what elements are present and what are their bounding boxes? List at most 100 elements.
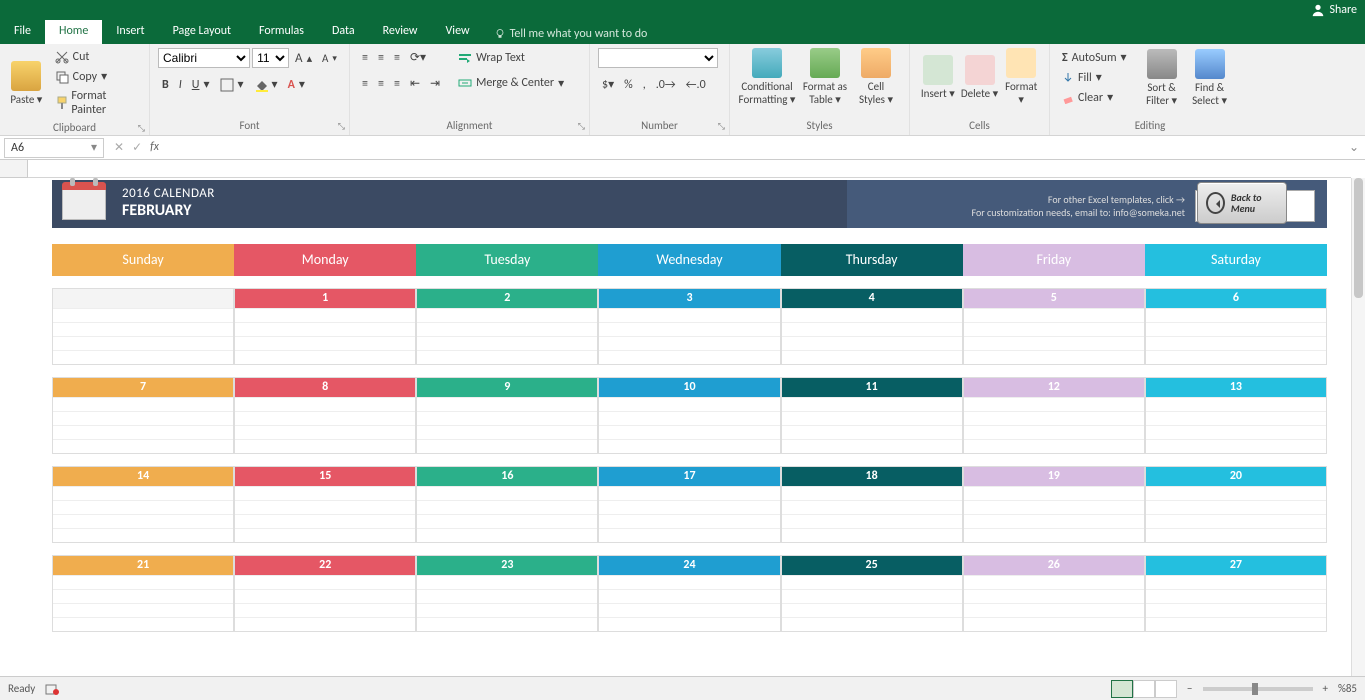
day-slot[interactable] [1146,411,1326,425]
day-slot[interactable] [53,514,233,528]
calendar-day[interactable]: 10 [598,377,780,454]
day-slot[interactable] [964,397,1144,411]
day-slot[interactable] [782,308,962,322]
day-slot[interactable] [1146,308,1326,322]
day-slot[interactable] [53,397,233,411]
day-slot[interactable] [782,528,962,542]
day-slot[interactable] [599,350,779,364]
sort-filter-button[interactable]: Sort & Filter ▾ [1139,49,1185,107]
wrap-text-button[interactable]: Wrap Text [454,49,568,67]
increase-decimal-button[interactable]: .0→ [652,76,680,94]
cell-styles-button[interactable]: Cell Styles ▾ [854,48,898,106]
day-slot[interactable] [235,528,415,542]
day-slot[interactable] [964,528,1144,542]
day-slot[interactable] [1146,514,1326,528]
calendar-day[interactable]: 23 [416,555,598,632]
copy-button[interactable]: Copy ▾ [51,67,141,86]
tab-view[interactable]: View [432,20,484,44]
calendar-day[interactable]: . [52,288,234,365]
calendar-day[interactable]: 22 [234,555,416,632]
day-slot[interactable] [782,336,962,350]
align-top-button[interactable]: ≡ [358,49,372,67]
fill-button[interactable]: Fill ▾ [1058,68,1131,87]
day-slot[interactable] [599,603,779,617]
percent-format-button[interactable]: % [620,76,637,94]
format-cells-button[interactable]: Format ▾ [1001,48,1041,106]
day-slot[interactable] [235,425,415,439]
autosum-button[interactable]: Σ AutoSum ▾ [1058,48,1131,67]
calendar-day[interactable]: 14 [52,466,234,543]
tab-home[interactable]: Home [45,20,102,44]
borders-button[interactable]: ▾ [216,75,248,94]
day-slot[interactable] [1146,617,1326,631]
day-slot[interactable] [599,322,779,336]
day-slot[interactable] [1146,397,1326,411]
day-slot[interactable] [964,411,1144,425]
day-slot[interactable] [235,397,415,411]
day-slot[interactable] [417,500,597,514]
day-slot[interactable] [782,439,962,453]
day-slot[interactable] [1146,425,1326,439]
day-slot[interactable] [599,336,779,350]
calendar-day[interactable]: 24 [598,555,780,632]
tab-page-layout[interactable]: Page Layout [159,20,245,44]
day-slot[interactable] [417,603,597,617]
zoom-out-button[interactable]: − [1187,682,1192,695]
day-slot[interactable] [1146,322,1326,336]
italic-button[interactable]: I [175,76,186,94]
day-slot[interactable] [53,528,233,542]
day-slot[interactable] [235,514,415,528]
calendar-day[interactable]: 9 [416,377,598,454]
day-slot[interactable] [235,603,415,617]
day-slot[interactable] [53,486,233,500]
day-slot[interactable] [599,411,779,425]
day-slot[interactable] [53,425,233,439]
day-slot[interactable] [53,575,233,589]
day-slot[interactable] [782,322,962,336]
day-slot[interactable] [599,575,779,589]
calendar-day[interactable]: 2 [416,288,598,365]
find-select-button[interactable]: Find & Select ▾ [1187,49,1233,107]
zoom-level[interactable]: %85 [1338,682,1357,695]
day-slot[interactable] [964,514,1144,528]
day-slot[interactable] [53,617,233,631]
day-slot[interactable] [599,439,779,453]
day-slot[interactable] [782,617,962,631]
fx-icon[interactable]: fx [150,140,165,155]
day-slot[interactable] [964,500,1144,514]
day-slot[interactable] [53,411,233,425]
day-slot[interactable] [964,308,1144,322]
zoom-slider[interactable] [1203,687,1313,691]
day-slot[interactable] [417,322,597,336]
align-bottom-button[interactable]: ≡ [390,49,404,67]
day-slot[interactable] [782,411,962,425]
day-slot[interactable] [599,617,779,631]
page-layout-view-button[interactable] [1133,680,1155,698]
underline-button[interactable]: U ▾ [188,75,214,94]
day-slot[interactable] [1146,350,1326,364]
day-slot[interactable] [599,514,779,528]
font-name-select[interactable]: Calibri [158,48,250,68]
format-painter-button[interactable]: Format Painter [51,87,141,119]
macro-record-icon[interactable] [45,682,61,696]
conditional-formatting-button[interactable]: Conditional Formatting ▾ [738,48,796,106]
day-slot[interactable] [417,528,597,542]
day-slot[interactable] [782,486,962,500]
day-slot[interactable] [964,486,1144,500]
decrease-decimal-button[interactable]: ←.0 [682,76,710,94]
calendar-day[interactable]: 5 [963,288,1145,365]
calendar-day[interactable]: 1 [234,288,416,365]
paste-button[interactable]: Paste ▾ [8,61,45,106]
delete-cells-button[interactable]: Delete ▾ [960,55,1000,100]
calendar-day[interactable]: 3 [598,288,780,365]
calendar-day[interactable]: 18 [781,466,963,543]
fill-color-button[interactable]: ▾ [250,75,282,94]
day-slot[interactable] [964,350,1144,364]
day-slot[interactable] [599,425,779,439]
calendar-day[interactable]: 19 [963,466,1145,543]
format-as-table-button[interactable]: Format as Table ▾ [798,48,852,106]
share-button[interactable]: Share [1311,0,1357,20]
tab-insert[interactable]: Insert [102,20,158,44]
day-slot[interactable] [53,500,233,514]
day-slot[interactable] [599,500,779,514]
